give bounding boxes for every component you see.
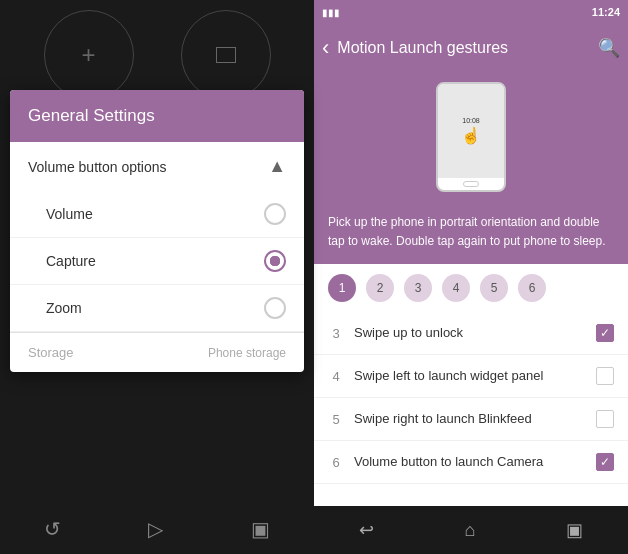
search-icon[interactable]: 🔍 [598,37,620,59]
gesture-item-5[interactable]: 5 Swipe right to launch Blinkfeed [314,398,628,441]
back-arrow-icon[interactable]: ‹ [322,35,329,61]
dot-6-label: 6 [529,281,536,295]
gesture-checkbox-5[interactable] [596,410,614,428]
phone-home-button [463,181,479,187]
home-nav-icon-left[interactable]: ▷ [148,517,163,541]
phone-time: 10:08 [462,117,480,124]
chevron-up-icon: ▲ [268,156,286,177]
volume-radio[interactable] [264,203,286,225]
phone-screen: 10:08 ☝ [438,84,504,178]
storage-label: Storage [28,345,74,360]
gesture-number-4: 4 [328,369,344,384]
status-time: 11:24 [592,6,620,18]
back-nav-icon-left[interactable]: ↺ [44,517,61,541]
description-section: Pick up the phone in portrait orientatio… [314,202,628,264]
dots-row: 1 2 3 4 5 6 [314,264,628,312]
volume-header[interactable]: Volume button options ▲ [10,142,304,191]
gesture-checkbox-3[interactable]: ✓ [596,324,614,342]
camera-circle-left: + [44,10,134,100]
phone-image-container: 10:08 ☝ [314,72,628,202]
gesture-number-6: 6 [328,455,344,470]
capture-option[interactable]: Capture [10,238,304,285]
gesture-text-4: Swipe left to launch widget panel [354,368,586,385]
camera-circle-right [181,10,271,100]
settings-dialog: General Settings Volume button options ▲… [10,90,304,372]
zoom-option-label: Zoom [46,300,82,316]
status-bar: ▮▮▮ 11:24 [314,0,628,24]
settings-title: General Settings [28,106,155,125]
volume-option-label: Volume [46,206,93,222]
gesture-item-4[interactable]: 4 Swipe left to launch widget panel [314,355,628,398]
phone-touch-icon: ☝ [461,126,481,145]
capture-option-label: Capture [46,253,96,269]
gesture-text-3: Swipe up to unlock [354,325,586,342]
status-icons-left: ▮▮▮ [322,7,340,18]
dot-2-label: 2 [377,281,384,295]
gesture-text-6: Volume button to launch Camera [354,454,586,471]
gesture-checkbox-6[interactable]: ✓ [596,453,614,471]
app-bar: ‹ Motion Launch gestures 🔍 [314,24,628,72]
volume-section: Volume button options ▲ Volume Capture Z… [10,142,304,333]
volume-option[interactable]: Volume [10,191,304,238]
dot-3-label: 3 [415,281,422,295]
dot-5[interactable]: 5 [480,274,508,302]
bottom-nav-left: ↺ ▷ ▣ [0,504,314,554]
bottom-nav-right: ↩ ⌂ ▣ [314,506,628,554]
signal-icon: ▮▮▮ [322,7,340,18]
zoom-radio[interactable] [264,297,286,319]
gesture-item-3[interactable]: 3 Swipe up to unlock ✓ [314,312,628,355]
dot-6[interactable]: 6 [518,274,546,302]
right-panel: ▮▮▮ 11:24 ‹ Motion Launch gestures 🔍 10:… [314,0,628,554]
gesture-list: 3 Swipe up to unlock ✓ 4 Swipe left to l… [314,312,628,506]
settings-header: General Settings [10,90,304,142]
zoom-option[interactable]: Zoom [10,285,304,332]
storage-value: Phone storage [208,346,286,360]
gesture-item-6[interactable]: 6 Volume button to launch Camera ✓ [314,441,628,484]
dot-3[interactable]: 3 [404,274,432,302]
gesture-checkbox-4[interactable] [596,367,614,385]
back-nav-icon-right[interactable]: ↩ [359,519,374,541]
dot-2[interactable]: 2 [366,274,394,302]
gesture-text-5: Swipe right to launch Blinkfeed [354,411,586,428]
description-text: Pick up the phone in portrait orientatio… [328,215,606,248]
recents-nav-icon-left[interactable]: ▣ [251,517,270,541]
dot-4[interactable]: 4 [442,274,470,302]
square-icon [216,47,236,63]
plus-icon: + [81,41,95,69]
dot-5-label: 5 [491,281,498,295]
gesture-number-5: 5 [328,412,344,427]
app-bar-title: Motion Launch gestures [337,39,590,57]
home-nav-icon-right[interactable]: ⌂ [465,520,476,541]
dot-1-label: 1 [339,281,346,295]
gesture-number-3: 3 [328,326,344,341]
dot-1[interactable]: 1 [328,274,356,302]
recents-nav-icon-right[interactable]: ▣ [566,519,583,541]
left-panel: + General Settings Volume button options… [0,0,314,554]
capture-radio[interactable] [264,250,286,272]
volume-header-text: Volume button options [28,159,167,175]
settings-body: Volume button options ▲ Volume Capture Z… [10,142,304,372]
storage-section: Storage Phone storage [10,333,304,372]
phone-mockup: 10:08 ☝ [436,82,506,192]
dot-4-label: 4 [453,281,460,295]
